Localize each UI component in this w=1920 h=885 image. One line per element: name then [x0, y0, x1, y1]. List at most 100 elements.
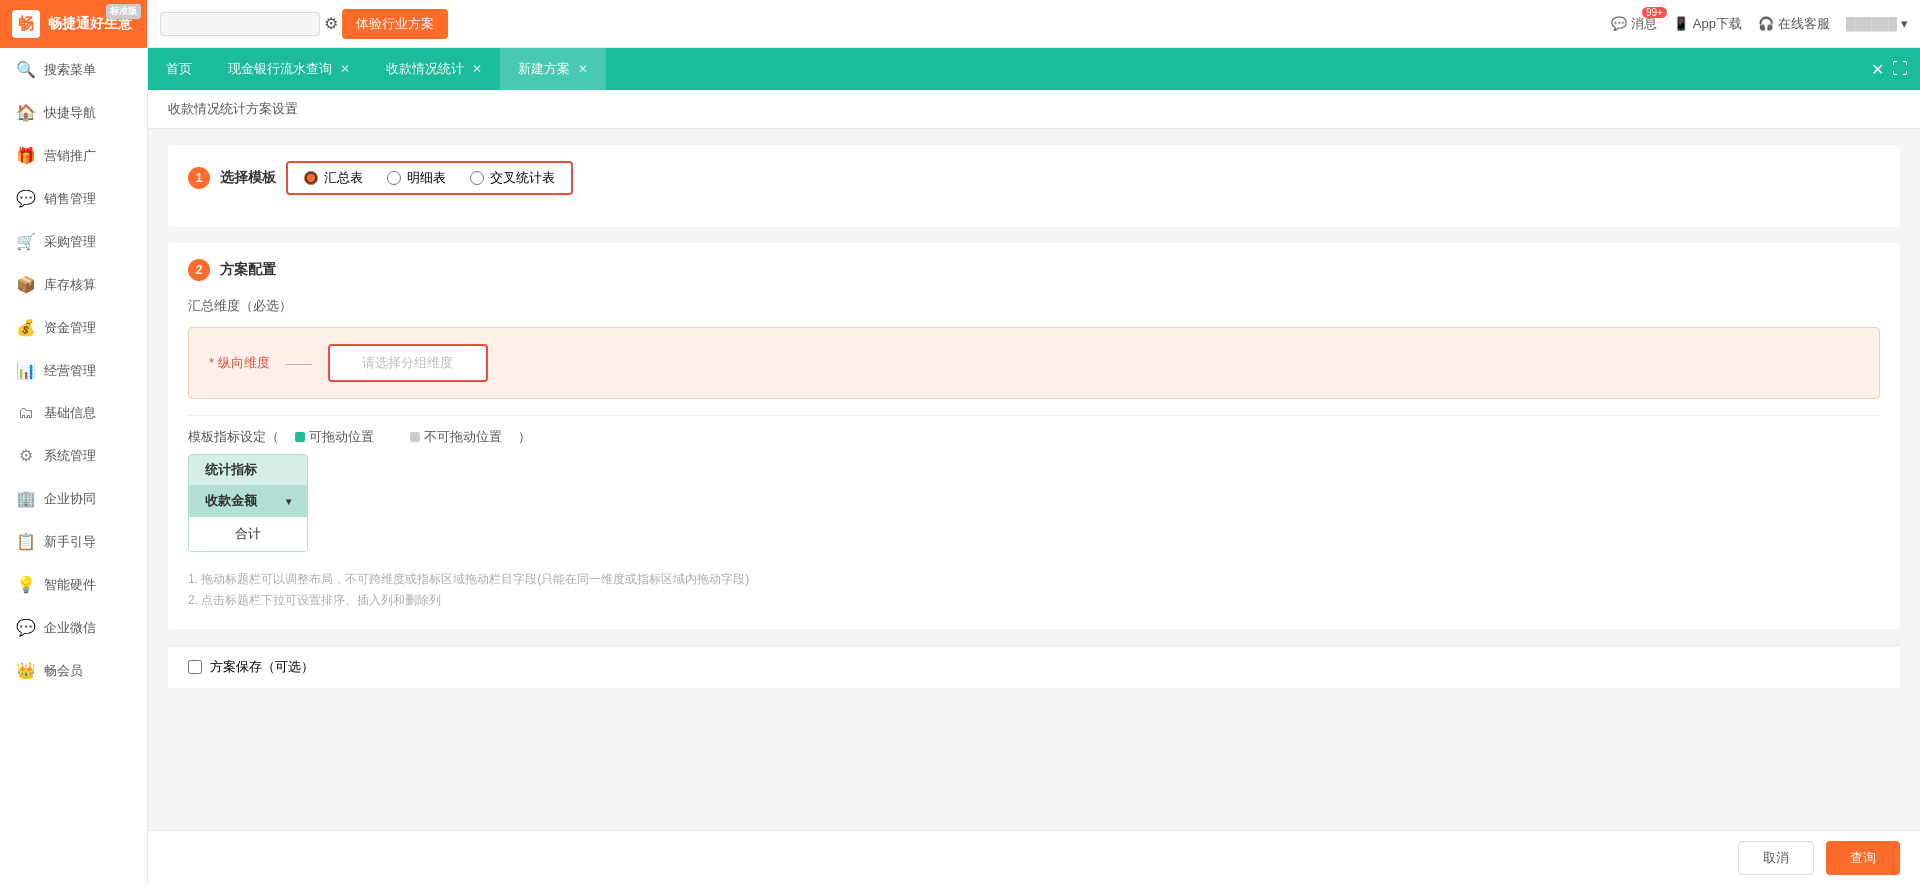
app-download-icon: 📱: [1673, 16, 1689, 31]
save-checkbox[interactable]: [188, 660, 202, 674]
indicator-section-label: 统计指标: [205, 461, 257, 479]
page-title: 收款情况统计方案设置: [168, 101, 298, 116]
industry-btn[interactable]: 体验行业方案: [342, 9, 448, 39]
sidebar-item-inventory[interactable]: 📦 库存核算: [0, 263, 147, 306]
radio-cross[interactable]: 交叉统计表: [470, 169, 555, 187]
sidebar-item-member[interactable]: 👑 畅会员: [0, 649, 147, 692]
wechat-icon: 💬: [16, 618, 36, 637]
sidebar-item-finance[interactable]: 💰 资金管理: [0, 306, 147, 349]
expand-button[interactable]: ⛶: [1892, 60, 1908, 78]
radio-detail-input[interactable]: [387, 171, 401, 185]
online-service-label: 在线客服: [1778, 15, 1830, 33]
radio-summary-input[interactable]: [304, 171, 318, 185]
sidebar-label-inventory: 库存核算: [44, 276, 96, 294]
indicator-column-header[interactable]: 收款金额 ▾: [189, 486, 307, 517]
base-info-icon: 🗂: [16, 404, 36, 422]
sidebar-label-smart-hw: 智能硬件: [44, 576, 96, 594]
marketing-icon: 🎁: [16, 146, 36, 165]
radio-detail[interactable]: 明细表: [387, 169, 446, 187]
sales-icon: 💬: [16, 189, 36, 208]
step2-number: 2: [188, 259, 210, 281]
notification-area[interactable]: 💬 消息 99+: [1611, 15, 1657, 33]
nav-tabs-right: ✕ ⛶: [1871, 60, 1920, 79]
stats-table-header: 统计指标: [189, 455, 307, 486]
sidebar-item-sales[interactable]: 💬 销售管理: [0, 177, 147, 220]
step1-title: 选择模板: [220, 169, 276, 187]
sidebar-label-marketing: 营销推广: [44, 147, 96, 165]
close-paren: ）: [518, 428, 531, 446]
vertical-dim-label: * 纵向维度: [209, 354, 270, 372]
dim-row: * 纵向维度 —— 请选择分组维度: [209, 344, 1859, 382]
sidebar-item-guide[interactable]: 📋 新手引导: [0, 520, 147, 563]
breadcrumb-input[interactable]: [160, 12, 320, 36]
indicator-chevron-down[interactable]: ▾: [286, 496, 291, 507]
sidebar-item-operations[interactable]: 📊 经营管理: [0, 349, 147, 392]
breadcrumb-area: ⚙ 体验行业方案: [160, 9, 1603, 39]
tab-bank-flow-label: 现金银行流水查询: [228, 60, 332, 78]
app-download-area[interactable]: 📱 App下载: [1673, 15, 1742, 33]
user-name: ██████: [1846, 17, 1897, 31]
dimension-area: * 纵向维度 —— 请选择分组维度: [188, 327, 1880, 399]
indicators-section: 模板指标设定（ 可拖动位置 不可拖动位置 ）: [188, 428, 1880, 609]
quick-nav-icon: 🏠: [16, 103, 36, 122]
guide-icon: 📋: [16, 532, 36, 551]
tab-collection-stats[interactable]: 收款情况统计 ✕: [368, 48, 500, 90]
smart-hw-icon: 💡: [16, 575, 36, 594]
tab-new-plan[interactable]: 新建方案 ✕: [500, 48, 606, 90]
query-button[interactable]: 查询: [1826, 841, 1900, 875]
tab-bank-flow[interactable]: 现金银行流水查询 ✕: [210, 48, 368, 90]
tab-new-plan-label: 新建方案: [518, 60, 570, 78]
dim-select-box[interactable]: 请选择分组维度: [328, 344, 488, 382]
radio-summary[interactable]: 汇总表: [304, 169, 363, 187]
tab-home[interactable]: 首页: [148, 48, 210, 90]
indicator-settings-label: 模板指标设定（: [188, 428, 279, 446]
tab-bank-flow-close[interactable]: ✕: [340, 62, 350, 76]
radio-cross-input[interactable]: [470, 171, 484, 185]
member-icon: 👑: [16, 661, 36, 680]
sidebar-label-base-info: 基础信息: [44, 404, 96, 422]
sidebar-item-wechat[interactable]: 💬 企业微信: [0, 606, 147, 649]
step1-number: 1: [188, 167, 210, 189]
radio-summary-label: 汇总表: [324, 169, 363, 187]
content-area: 收款情况统计方案设置 1 选择模板 汇总表 明细表: [148, 90, 1920, 830]
sidebar-label-member: 畅会员: [44, 662, 83, 680]
online-service-area[interactable]: 🎧 在线客服: [1758, 15, 1830, 33]
sidebar-badge: 标准版: [106, 4, 141, 19]
tip-2: 2. 点击标题栏下拉可设置排序、插入列和删除列: [188, 592, 1880, 609]
tab-collection-stats-close[interactable]: ✕: [472, 62, 482, 76]
step2-title: 方案配置: [220, 261, 276, 279]
non-draggable-label: 不可拖动位置: [424, 428, 502, 446]
step2-section: 2 方案配置 汇总维度（必选） * 纵向维度 —— 请选择分组维度: [168, 243, 1900, 629]
finance-icon: 💰: [16, 318, 36, 337]
dim-placeholder: 请选择分组维度: [362, 355, 453, 370]
page-header: 收款情况统计方案设置: [148, 90, 1920, 129]
app-download-label: App下载: [1693, 15, 1742, 33]
sidebar-item-search-menu[interactable]: 🔍 搜索菜单: [0, 48, 147, 91]
sidebar-label-finance: 资金管理: [44, 319, 96, 337]
close-all-tabs-button[interactable]: ✕: [1871, 60, 1884, 79]
drag-dot: [295, 432, 305, 442]
sidebar-item-system[interactable]: ⚙ 系统管理: [0, 434, 147, 477]
sidebar-label-enterprise: 企业协同: [44, 490, 96, 508]
no-drag-dot: [410, 432, 420, 442]
tab-new-plan-close[interactable]: ✕: [578, 62, 588, 76]
sidebar-item-purchase[interactable]: 🛒 采购管理: [0, 220, 147, 263]
tab-home-label: 首页: [166, 60, 192, 78]
sidebar-item-quick-nav[interactable]: 🏠 快捷导航: [0, 91, 147, 134]
notification-badge: 99+: [1642, 7, 1667, 18]
sidebar-label-guide: 新手引导: [44, 533, 96, 551]
sidebar-item-enterprise[interactable]: 🏢 企业协同: [0, 477, 147, 520]
sidebar-item-smart-hw[interactable]: 💡 智能硬件: [0, 563, 147, 606]
tip-1: 1. 拖动标题栏可以调整布局，不可跨维度或指标区域拖动栏目字段(只能在同一维度或…: [188, 571, 1880, 588]
separator: [390, 430, 394, 445]
sidebar-item-marketing[interactable]: 🎁 营销推广: [0, 134, 147, 177]
sidebar-item-base-info[interactable]: 🗂 基础信息: [0, 392, 147, 434]
radio-cross-label: 交叉统计表: [490, 169, 555, 187]
indicator-label-row: 模板指标设定（ 可拖动位置 不可拖动位置 ）: [188, 428, 1880, 446]
bottom-save-section: 方案保存（可选）: [168, 645, 1900, 688]
logo-icon: 畅: [12, 10, 40, 38]
cancel-button[interactable]: 取消: [1738, 841, 1814, 875]
gear-button[interactable]: ⚙: [324, 14, 338, 33]
search-menu-icon: 🔍: [16, 60, 36, 79]
user-area[interactable]: ██████ ▾: [1846, 16, 1908, 31]
